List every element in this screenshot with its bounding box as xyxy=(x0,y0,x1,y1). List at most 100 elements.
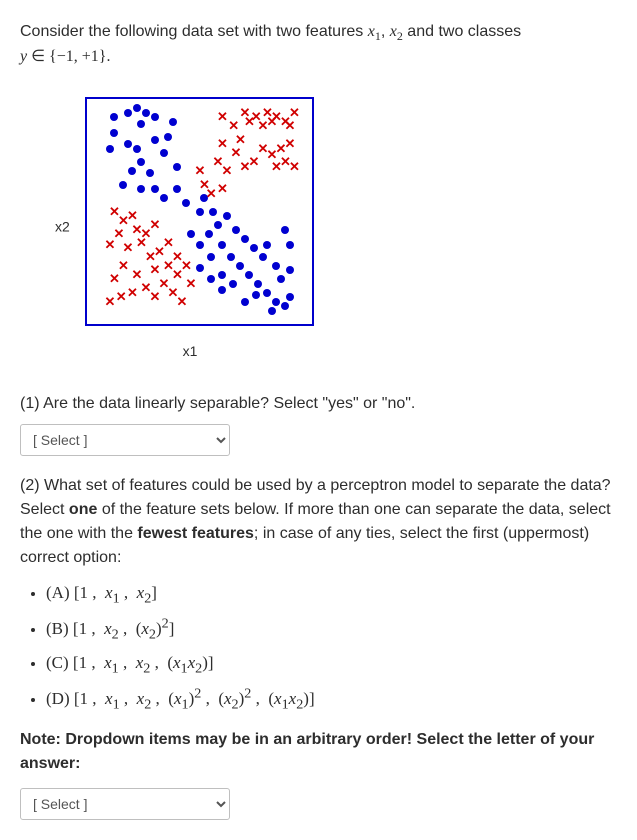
data-point-cross: ✕ xyxy=(177,297,187,307)
scatter-chart: x2 ✕✕✕✕✕✕✕✕✕✕✕✕✕✕✕✕✕✕✕✕✕✕✕✕✕✕✕✕✕✕✕✕✕✕✕✕✕… xyxy=(50,87,330,367)
data-point-dot xyxy=(137,158,145,166)
data-point-dot xyxy=(169,118,177,126)
data-point-dot xyxy=(214,221,222,229)
feature-options-list: (A) [1 , x1 , x2] (B) [1 , x2 , (x2)2] (… xyxy=(20,580,617,716)
data-point-dot xyxy=(133,145,141,153)
option-d: (D) [1 , x1 , x2 , (x1)2 , (x2)2 , (x1x2… xyxy=(46,684,617,716)
option-b: (B) [1 , x2 , (x2)2] xyxy=(46,614,617,646)
data-point-dot xyxy=(241,235,249,243)
data-point-dot xyxy=(254,280,262,288)
data-point-cross: ✕ xyxy=(213,157,223,167)
data-point-cross: ✕ xyxy=(163,238,173,248)
intro-text-2: and two classes xyxy=(403,23,521,40)
data-point-cross: ✕ xyxy=(258,144,268,154)
data-point-dot xyxy=(229,280,237,288)
data-point-dot xyxy=(227,253,235,261)
data-point-dot xyxy=(272,262,280,270)
data-point-cross: ✕ xyxy=(109,274,119,284)
data-point-dot xyxy=(236,262,244,270)
question-2-text: (2) What set of features could be used b… xyxy=(20,474,617,570)
data-point-cross: ✕ xyxy=(289,108,299,118)
question-1-select[interactable]: [ Select ] xyxy=(20,424,230,456)
data-point-dot xyxy=(218,286,226,294)
data-point-dot xyxy=(173,185,181,193)
data-point-cross: ✕ xyxy=(235,135,245,145)
data-point-cross: ✕ xyxy=(240,162,250,172)
data-point-dot xyxy=(173,163,181,171)
data-point-dot xyxy=(160,149,168,157)
data-point-dot xyxy=(272,298,280,306)
data-point-dot xyxy=(128,167,136,175)
data-point-cross: ✕ xyxy=(105,297,115,307)
data-point-cross: ✕ xyxy=(127,288,137,298)
data-point-cross: ✕ xyxy=(217,139,227,149)
data-point-dot xyxy=(142,109,150,117)
option-a: (A) [1 , x1 , x2] xyxy=(46,580,617,610)
data-point-cross: ✕ xyxy=(116,292,126,302)
data-point-dot xyxy=(196,264,204,272)
data-point-dot xyxy=(241,298,249,306)
data-point-dot xyxy=(137,185,145,193)
set-expr: ∈ {−1, +1}. xyxy=(27,48,110,65)
data-point-dot xyxy=(263,241,271,249)
var-x1: x1 xyxy=(368,23,381,40)
data-point-dot xyxy=(268,307,276,315)
data-point-dot xyxy=(124,140,132,148)
data-point-dot xyxy=(196,241,204,249)
data-point-cross: ✕ xyxy=(195,166,205,176)
data-point-dot xyxy=(263,289,271,297)
data-point-cross: ✕ xyxy=(186,279,196,289)
question-2-select[interactable]: [ Select ] xyxy=(20,788,230,820)
data-point-cross: ✕ xyxy=(150,220,160,230)
data-point-cross: ✕ xyxy=(118,261,128,271)
chart-plot-area: ✕✕✕✕✕✕✕✕✕✕✕✕✕✕✕✕✕✕✕✕✕✕✕✕✕✕✕✕✕✕✕✕✕✕✕✕✕✕✕✕… xyxy=(85,97,314,326)
data-point-dot xyxy=(277,275,285,283)
data-point-dot xyxy=(151,185,159,193)
data-point-cross: ✕ xyxy=(150,265,160,275)
data-point-dot xyxy=(286,266,294,274)
data-point-dot xyxy=(245,271,253,279)
data-point-dot xyxy=(110,113,118,121)
data-point-dot xyxy=(164,133,172,141)
data-point-cross: ✕ xyxy=(217,112,227,122)
data-point-cross: ✕ xyxy=(123,243,133,253)
var-x2: x2 xyxy=(390,23,403,40)
question-intro: Consider the following data set with two… xyxy=(20,20,617,69)
data-point-dot xyxy=(106,145,114,153)
data-point-dot xyxy=(232,226,240,234)
data-point-cross: ✕ xyxy=(105,240,115,250)
data-point-cross: ✕ xyxy=(231,148,241,158)
data-point-dot xyxy=(187,230,195,238)
data-point-dot xyxy=(207,253,215,261)
y-axis-label: x2 xyxy=(55,217,70,238)
data-point-cross: ✕ xyxy=(206,189,216,199)
question-1-text: (1) Are the data linearly separable? Sel… xyxy=(20,392,617,416)
data-point-dot xyxy=(119,181,127,189)
data-point-cross: ✕ xyxy=(150,292,160,302)
dropdown-note: Note: Dropdown items may be in an arbitr… xyxy=(20,728,617,776)
data-point-cross: ✕ xyxy=(132,270,142,280)
data-point-dot xyxy=(209,208,217,216)
data-point-dot xyxy=(133,104,141,112)
data-point-dot xyxy=(151,136,159,144)
intro-text-1: Consider the following data set with two… xyxy=(20,23,368,40)
data-point-dot xyxy=(286,241,294,249)
data-point-dot xyxy=(250,244,258,252)
data-point-dot xyxy=(281,226,289,234)
data-point-dot xyxy=(124,109,132,117)
data-point-cross: ✕ xyxy=(289,162,299,172)
data-point-cross: ✕ xyxy=(181,261,191,271)
data-point-dot xyxy=(146,169,154,177)
data-point-cross: ✕ xyxy=(228,121,238,131)
data-point-dot xyxy=(218,241,226,249)
data-point-dot xyxy=(151,113,159,121)
data-point-dot xyxy=(223,212,231,220)
x-axis-label: x1 xyxy=(183,341,198,362)
data-point-dot xyxy=(182,199,190,207)
data-point-dot xyxy=(259,253,267,261)
data-point-dot xyxy=(252,291,260,299)
data-point-dot xyxy=(218,271,226,279)
data-point-cross: ✕ xyxy=(127,211,137,221)
data-point-dot xyxy=(205,230,213,238)
data-point-cross: ✕ xyxy=(217,184,227,194)
